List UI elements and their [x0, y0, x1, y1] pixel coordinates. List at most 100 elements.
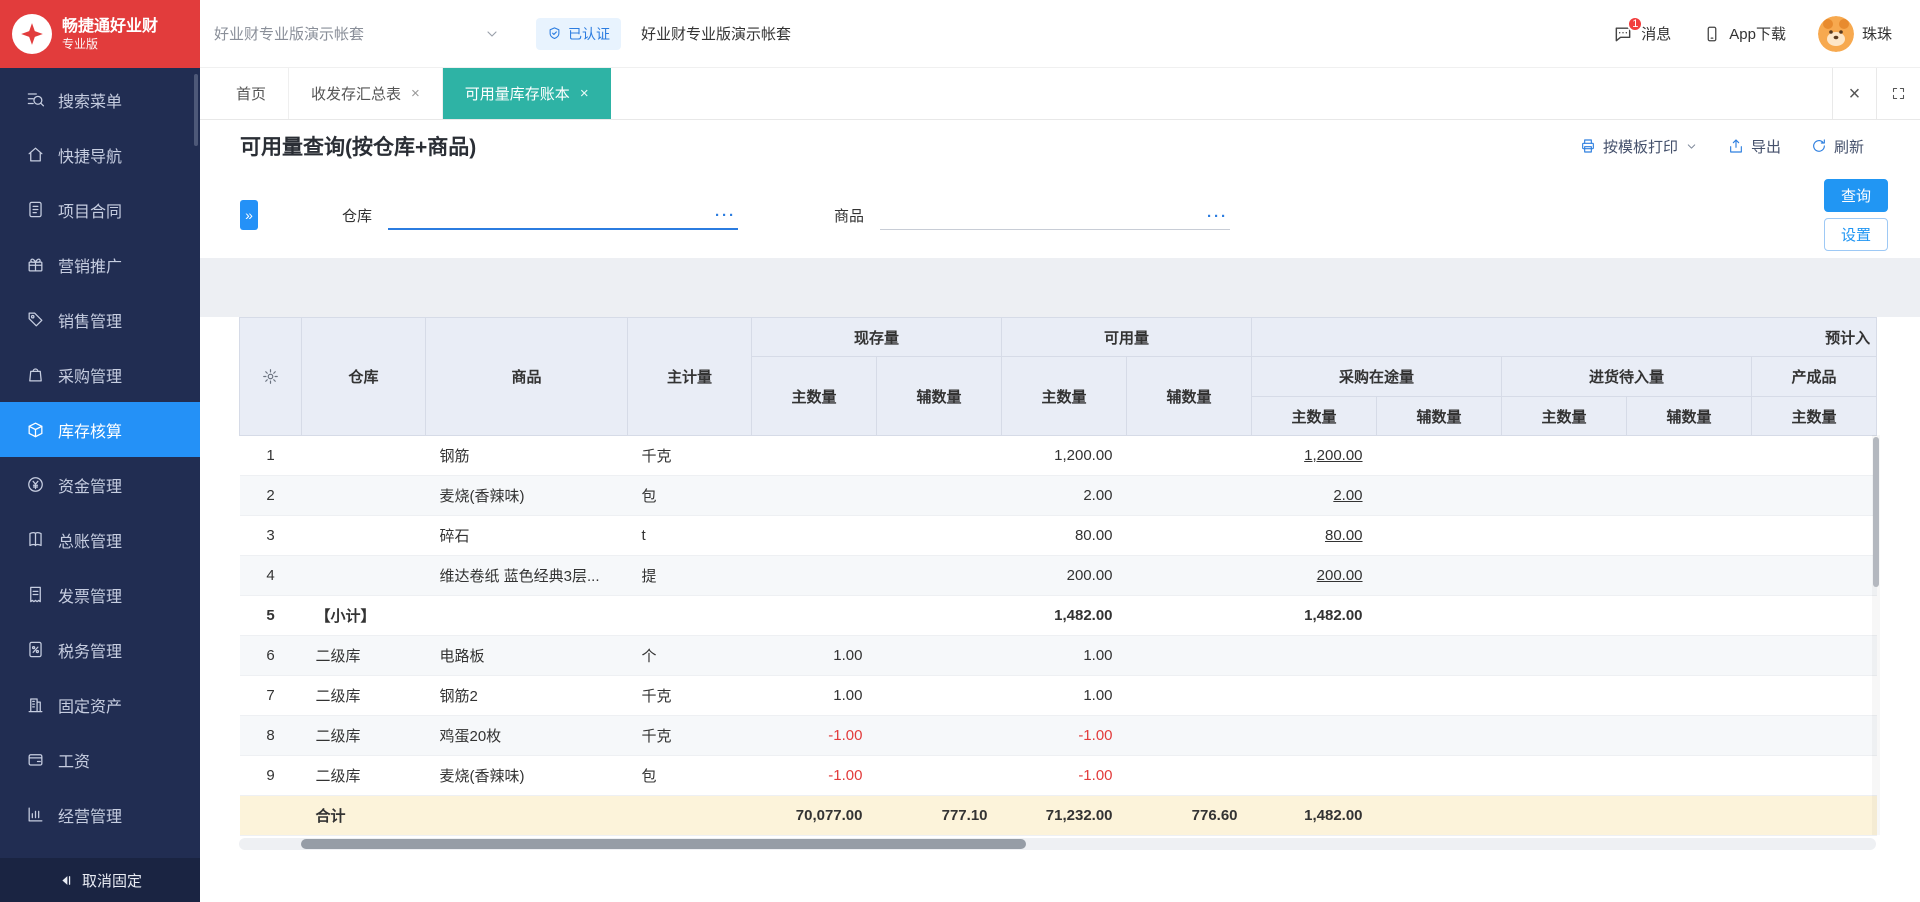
- warehouse-input[interactable]: ···: [388, 200, 738, 230]
- settings-button[interactable]: 设置: [1824, 218, 1888, 251]
- table-row[interactable]: 8二级库鸡蛋20枚千克-1.00-1.00: [240, 716, 1877, 756]
- avatar: [1818, 16, 1854, 52]
- product-more-button[interactable]: ···: [1207, 209, 1230, 229]
- cell-onhand_aux: [877, 636, 1002, 676]
- cell-incoming_main: [1502, 676, 1627, 716]
- print-by-template-button[interactable]: 按模板打印: [1580, 136, 1698, 157]
- sidebar-item-search-menu[interactable]: 搜索菜单: [0, 72, 200, 127]
- refresh-button[interactable]: 刷新: [1811, 136, 1864, 157]
- query-button[interactable]: 查询: [1824, 179, 1888, 212]
- col-header-available-main[interactable]: 主数量: [1002, 357, 1127, 436]
- cell-onhand_main: [752, 436, 877, 476]
- cell-avail_main: -1.00: [1002, 756, 1127, 796]
- app-download-button[interactable]: App下载: [1703, 23, 1786, 44]
- cell-transit_main[interactable]: 1,200.00: [1252, 436, 1377, 476]
- user-menu[interactable]: 珠珠: [1818, 16, 1892, 52]
- cell-product: 钢筋: [426, 436, 628, 476]
- verified-label: 已认证: [568, 24, 610, 44]
- col-header-transit-aux[interactable]: 辅数量: [1377, 397, 1502, 436]
- total-row[interactable]: 合计70,077.00777.1071,232.00776.601,482.00: [240, 796, 1877, 836]
- sidebar-item-fixed-assets[interactable]: 固定资产: [0, 677, 200, 732]
- col-header-incoming-main[interactable]: 主数量: [1502, 397, 1627, 436]
- account-switcher-label: 好业财专业版演示帐套: [214, 23, 364, 44]
- table-row[interactable]: 7二级库钢筋2千克1.001.00: [240, 676, 1877, 716]
- sidebar-item-salary[interactable]: 工资: [0, 732, 200, 787]
- col-header-onhand-main[interactable]: 主数量: [752, 357, 877, 436]
- table-row[interactable]: 5【小计】1,482.001,482.00: [240, 596, 1877, 636]
- tab-close-icon[interactable]: ×: [580, 85, 589, 102]
- sidebar-item-quick-nav[interactable]: 快捷导航: [0, 127, 200, 182]
- cell-avail_main: 2.00: [1002, 476, 1127, 516]
- group-header-finished-goods: 产成品: [1752, 357, 1877, 397]
- sidebar-item-sales[interactable]: 销售管理: [0, 292, 200, 347]
- warehouse-label: 仓库: [342, 205, 372, 226]
- collapse-filter-button[interactable]: »: [240, 200, 258, 230]
- cell-avail_aux: [1127, 476, 1252, 516]
- print-by-template-label: 按模板打印: [1603, 136, 1678, 157]
- table-vertical-scrollbar[interactable]: [1872, 435, 1880, 835]
- cell-transit_aux: [1377, 516, 1502, 556]
- cell-seq: 8: [240, 716, 302, 756]
- sidebar-item-misc[interactable]: 小轻松记账: [0, 842, 200, 858]
- page-title: 可用量查询(按仓库+商品): [240, 131, 476, 161]
- sidebar-item-invoice[interactable]: 发票管理: [0, 567, 200, 622]
- sidebar-item-tax[interactable]: 税务管理: [0, 622, 200, 677]
- cell-transit_main[interactable]: 2.00: [1252, 476, 1377, 516]
- cell-seq: 1: [240, 436, 302, 476]
- unpin-sidebar-button[interactable]: 取消固定: [0, 858, 200, 902]
- col-header-unit[interactable]: 主计量: [628, 318, 752, 436]
- table-row[interactable]: 9二级库麦烧(香辣味)包-1.00-1.00: [240, 756, 1877, 796]
- sidebar-item-marketing[interactable]: 营销推广: [0, 237, 200, 292]
- product-input[interactable]: ···: [880, 200, 1230, 230]
- tab-首页[interactable]: 首页: [214, 68, 289, 119]
- cell-transit_main[interactable]: 200.00: [1252, 556, 1377, 596]
- cell-avail_main: 1,482.00: [1002, 596, 1127, 636]
- col-header-warehouse[interactable]: 仓库: [302, 318, 426, 436]
- sidebar-item-ledger[interactable]: 总账管理: [0, 512, 200, 567]
- tab-收发存汇总表[interactable]: 收发存汇总表 ×: [289, 68, 443, 119]
- table-settings-button[interactable]: [240, 318, 302, 436]
- col-header-onhand-aux[interactable]: 辅数量: [877, 357, 1002, 436]
- chevron-down-icon: [484, 26, 500, 42]
- tab-可用量库存账本[interactable]: 可用量库存账本×: [443, 68, 611, 119]
- sidebar-item-purchase[interactable]: 采购管理: [0, 347, 200, 402]
- cell-seq: 6: [240, 636, 302, 676]
- cell-incoming_aux: [1627, 596, 1752, 636]
- warehouse-more-button[interactable]: ···: [715, 208, 738, 228]
- sidebar-item-inventory[interactable]: 库存核算: [0, 402, 200, 457]
- fullscreen-button[interactable]: [1876, 68, 1920, 119]
- cell-incoming_main: [1502, 596, 1627, 636]
- table-row[interactable]: 3碎石t80.0080.00: [240, 516, 1877, 556]
- close-all-tabs-button[interactable]: ×: [1832, 68, 1876, 119]
- tab-label: 收发存汇总表: [311, 83, 401, 104]
- sidebar-scrollbar[interactable]: [194, 74, 198, 146]
- col-header-product[interactable]: 商品: [426, 318, 628, 436]
- vertical-scroll-thumb[interactable]: [1873, 437, 1879, 587]
- export-button[interactable]: 导出: [1728, 136, 1781, 157]
- table-row[interactable]: 6二级库电路板个1.001.00: [240, 636, 1877, 676]
- funds-icon: [26, 475, 45, 494]
- table-horizontal-scrollbar[interactable]: [239, 838, 1876, 850]
- account-switcher[interactable]: 好业财专业版演示帐套: [214, 23, 500, 44]
- cell-transit_main[interactable]: 80.00: [1252, 516, 1377, 556]
- cell-incoming_aux: [1627, 436, 1752, 476]
- cell-avail_aux: [1127, 636, 1252, 676]
- col-header-finished-main[interactable]: 主数量: [1752, 397, 1877, 436]
- cell-product: 麦烧(香辣味): [426, 756, 628, 796]
- col-header-incoming-aux[interactable]: 辅数量: [1627, 397, 1752, 436]
- table-row[interactable]: 2麦烧(香辣味)包2.002.00: [240, 476, 1877, 516]
- tab-close-icon[interactable]: ×: [411, 85, 420, 102]
- col-header-available-aux[interactable]: 辅数量: [1127, 357, 1252, 436]
- filter-bar: » 仓库 ··· 商品 ··· 查询 设置: [200, 172, 1920, 258]
- table-row[interactable]: 4维达卷纸 蓝色经典3层...提200.00200.00: [240, 556, 1877, 596]
- sidebar-item-label: 快捷导航: [58, 143, 122, 167]
- messages-button[interactable]: 1 消息: [1613, 23, 1671, 44]
- sidebar-item-funds[interactable]: 资金管理: [0, 457, 200, 512]
- sidebar-item-business[interactable]: 经营管理: [0, 787, 200, 842]
- horizontal-scroll-thumb[interactable]: [301, 839, 1026, 849]
- cell-incoming_aux: [1627, 556, 1752, 596]
- col-header-transit-main[interactable]: 主数量: [1252, 397, 1377, 436]
- printer-icon: [1580, 138, 1596, 154]
- sidebar-item-project-contract[interactable]: 项目合同: [0, 182, 200, 237]
- table-row[interactable]: 1钢筋千克1,200.001,200.00: [240, 436, 1877, 476]
